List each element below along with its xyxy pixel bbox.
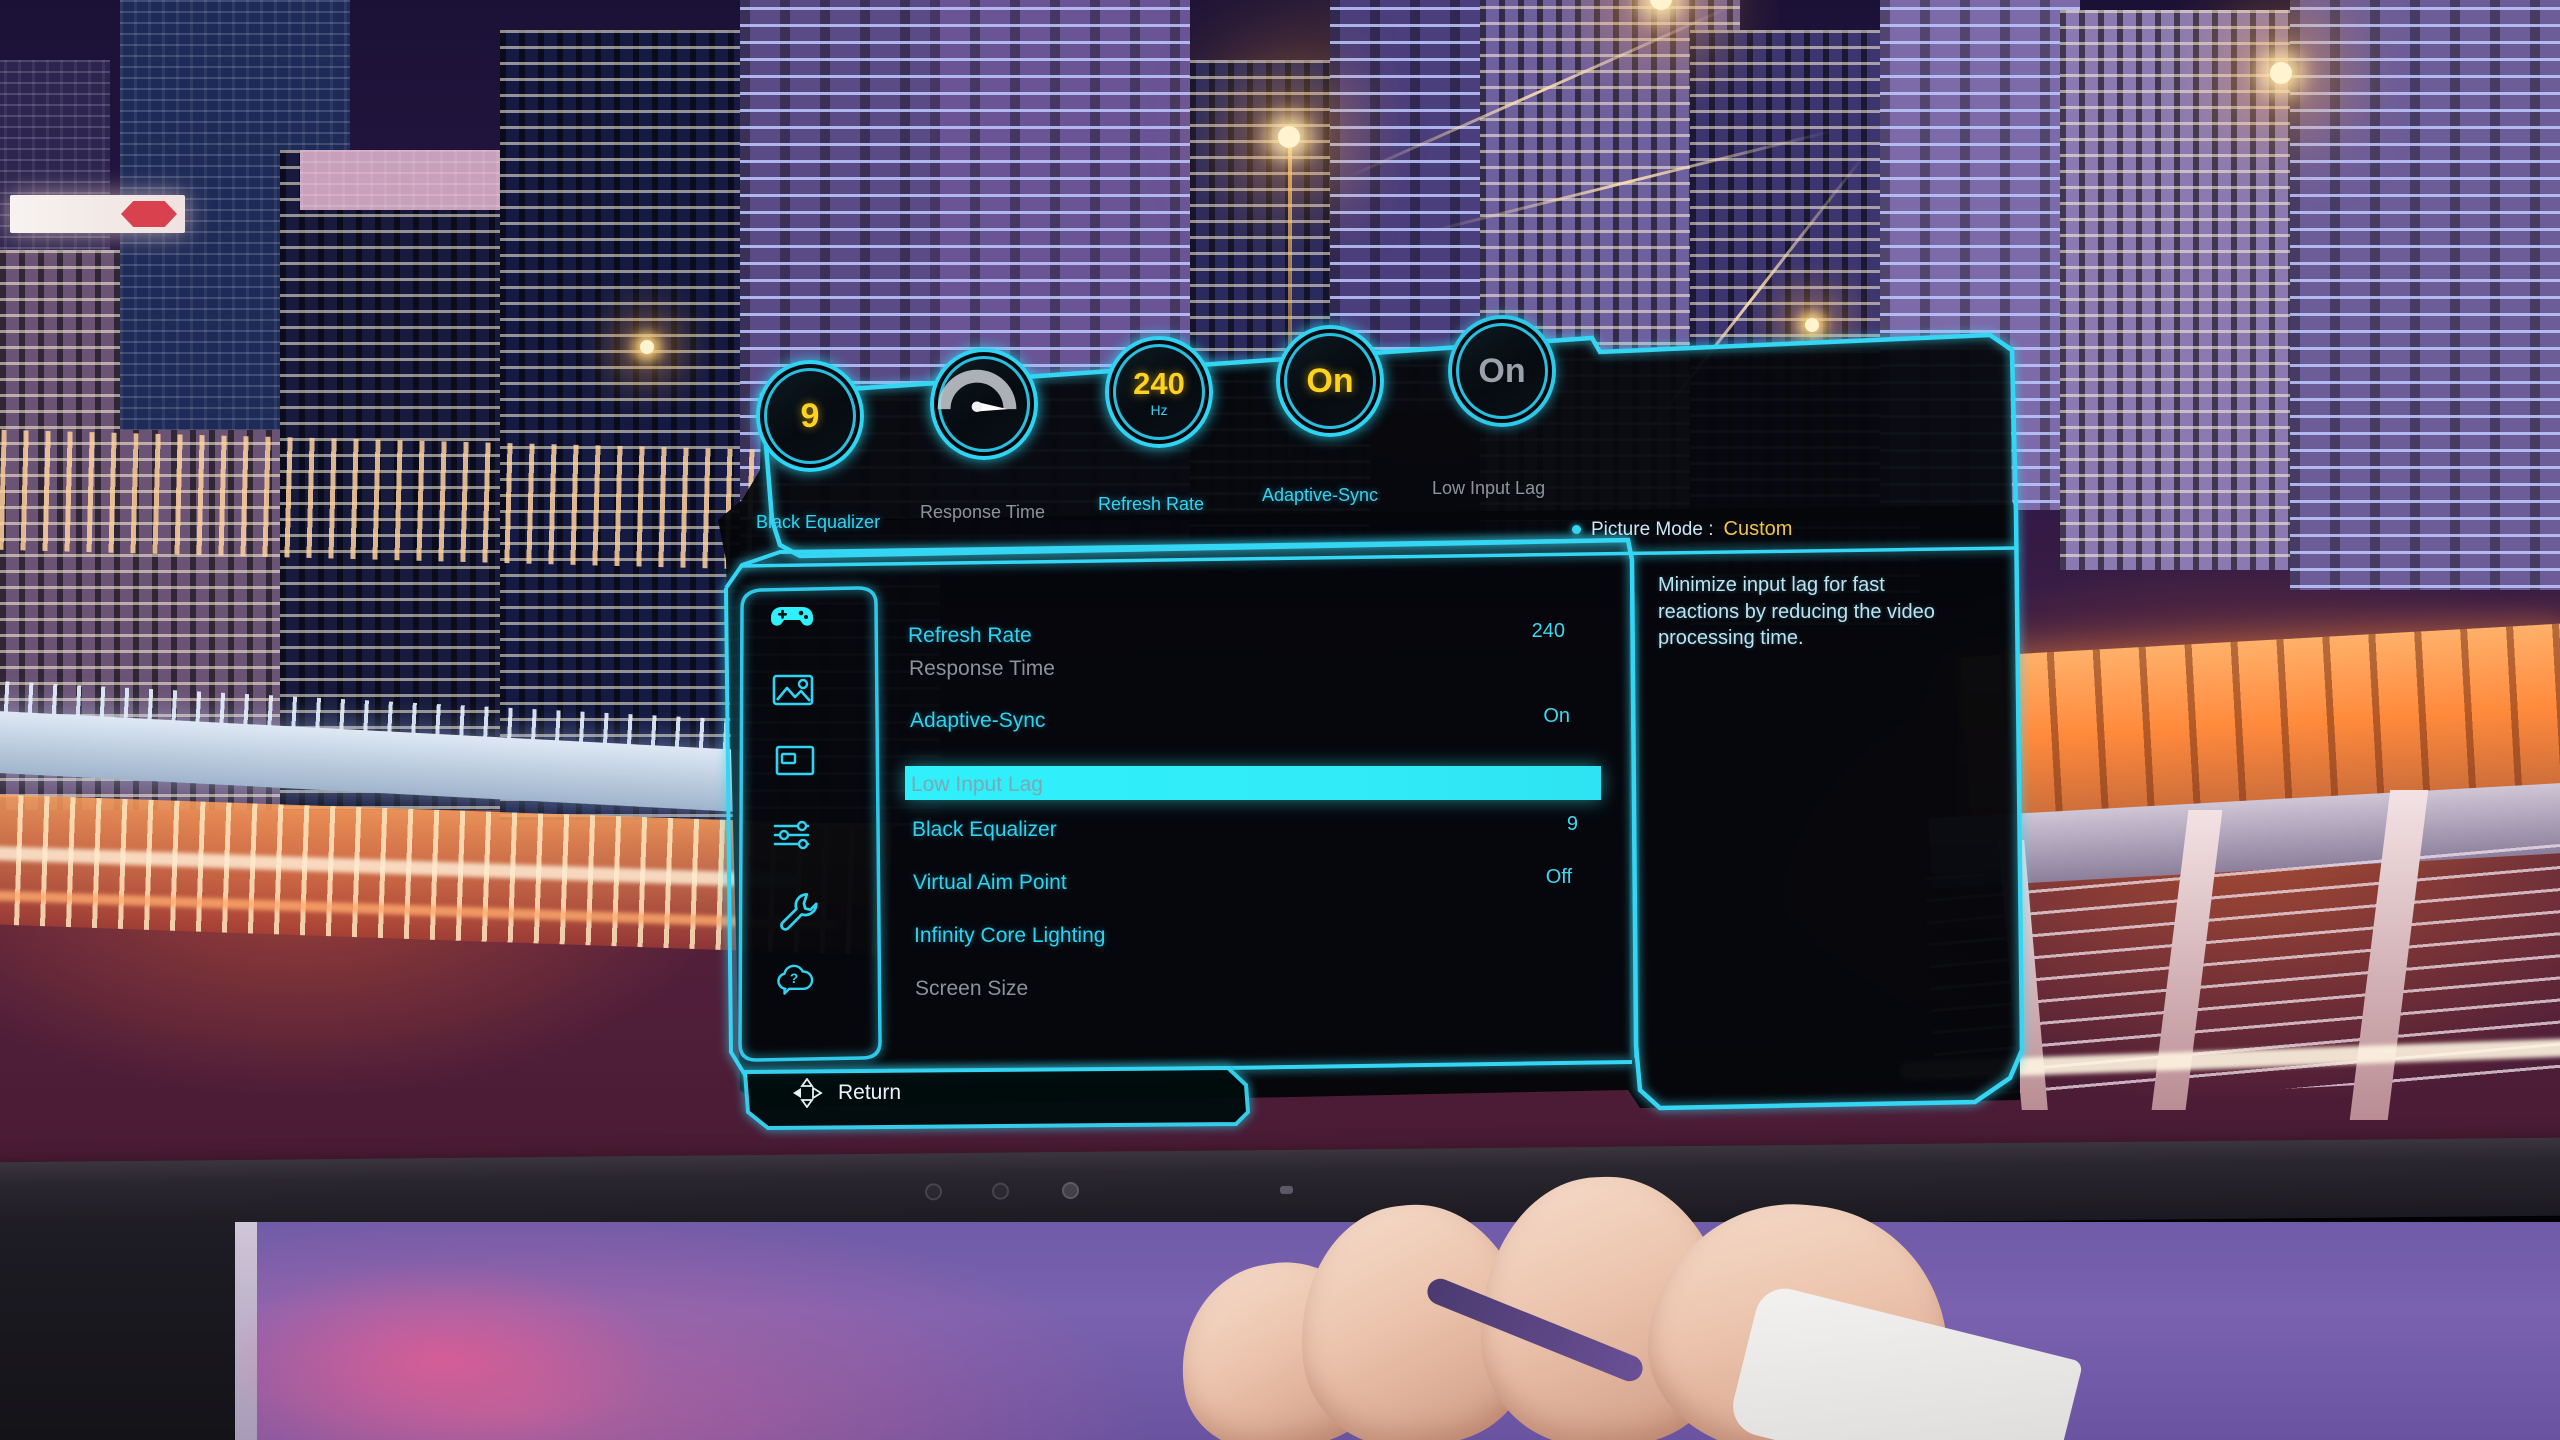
building: [930, 0, 1190, 550]
building: [740, 0, 940, 830]
street-lamp: [1278, 126, 1300, 148]
ambient-glow: [240, 1240, 840, 1440]
building: [2290, 0, 2560, 590]
street-lamp: [640, 340, 654, 354]
building: [1880, 0, 2080, 510]
building: [500, 30, 740, 820]
hsbc-sign: [10, 195, 185, 233]
desk-dark-area: [0, 1222, 235, 1440]
bezel-button[interactable]: [924, 1183, 943, 1201]
bezel-button[interactable]: [991, 1182, 1010, 1200]
screenshot-root: 9 Black Equalizer Response Time 240 Hz R…: [0, 0, 2560, 1440]
street-lamp: [2270, 62, 2292, 84]
building: [1330, 0, 1480, 410]
monitor-screen-photo: [0, 0, 2560, 1165]
bezel-button[interactable]: [1061, 1181, 1080, 1200]
street-lamp: [1805, 318, 1819, 332]
fence: [0, 429, 782, 571]
hand: [1165, 1145, 2084, 1440]
building: [2060, 10, 2320, 570]
lamp-pole: [1288, 128, 1292, 458]
